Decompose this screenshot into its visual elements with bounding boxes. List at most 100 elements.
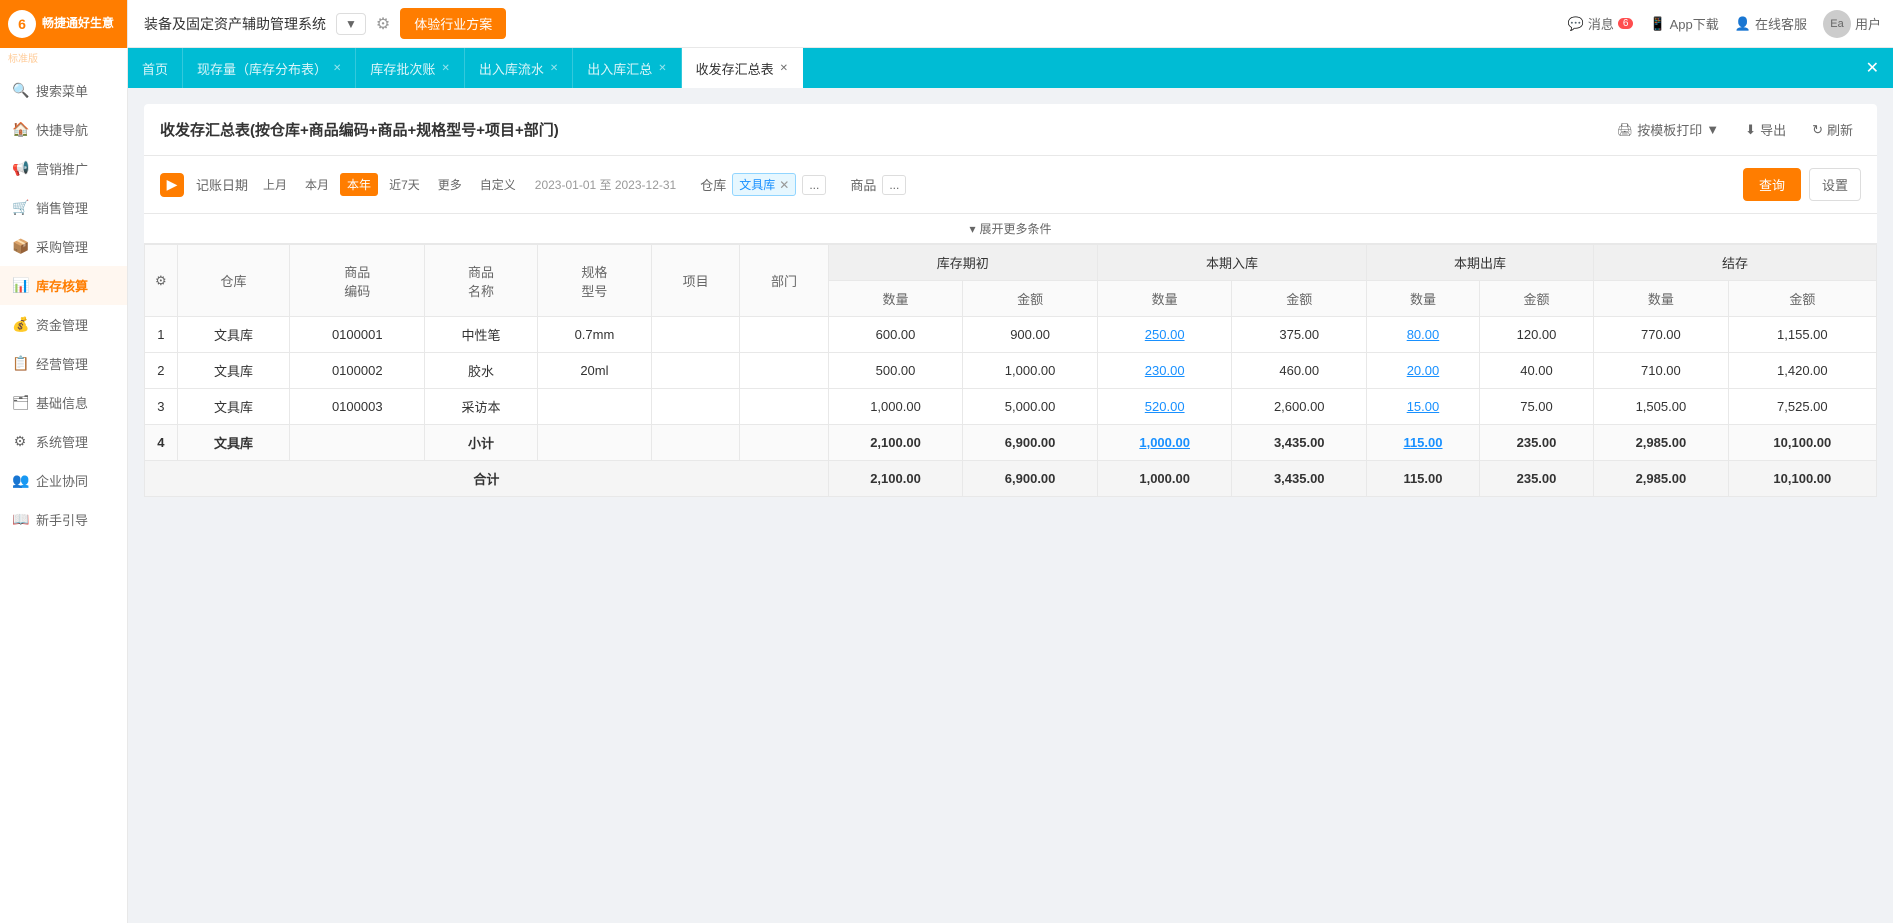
col-in-amt-header: 金额: [1232, 281, 1367, 317]
row-in-qty[interactable]: 520.00: [1097, 389, 1232, 425]
sidebar-item-guide[interactable]: 📖 新手引导: [0, 500, 127, 539]
sidebar-item-quick-nav[interactable]: 🏠 快捷导航: [0, 110, 127, 149]
page-header: 收发存汇总表(按仓库+商品编码+商品+规格型号+项目+部门) 🖨 按模板打印 ▼…: [144, 104, 1877, 156]
row-in-amt: 460.00: [1232, 353, 1367, 389]
sidebar-item-label: 库存核算: [36, 276, 88, 295]
close-icon[interactable]: ✕: [550, 63, 558, 74]
topbar: 装备及固定资产辅助管理系统 ▼ ⚙ 体验行业方案 💬 消息 6 📱 App下载 …: [128, 0, 1893, 48]
row-out-qty[interactable]: 115.00: [1367, 425, 1480, 461]
export-button[interactable]: ⬇ 导出: [1737, 116, 1794, 143]
header-actions: 🖨 按模板打印 ▼ ⬇ 导出 ↻ 刷新: [1609, 116, 1861, 143]
close-icon[interactable]: ✕: [441, 63, 449, 74]
user-menu[interactable]: Ea 用户: [1823, 10, 1881, 38]
row-close-amt: 1,155.00: [1728, 317, 1876, 353]
print-button[interactable]: 🖨 按模板打印 ▼: [1609, 116, 1727, 143]
tab-batch[interactable]: 库存批次账 ✕: [356, 48, 464, 88]
row-in-qty[interactable]: 250.00: [1097, 317, 1232, 353]
row-close-amt: 7,525.00: [1728, 389, 1876, 425]
row-index: 1: [145, 317, 178, 353]
row-code: [290, 425, 425, 461]
row-in-qty[interactable]: 230.00: [1097, 353, 1232, 389]
sales-icon: 🛒: [12, 199, 28, 216]
settings-icon[interactable]: ⚙: [376, 14, 390, 34]
row-open-amt: 900.00: [963, 317, 1098, 353]
close-icon[interactable]: ✕: [658, 63, 666, 74]
data-table-container: ⚙ 仓库 商品编码 商品名称 规格型号 项目 部门 库存期初 本期入库 本期出库…: [144, 244, 1877, 497]
settings-button[interactable]: 设置: [1809, 168, 1861, 201]
date-btn-more[interactable]: 更多: [431, 173, 469, 196]
tab-label: 收发存汇总表: [696, 59, 774, 78]
date-btn-this-year[interactable]: 本年: [340, 173, 378, 196]
sidebar-item-finance[interactable]: 💰 资金管理: [0, 305, 127, 344]
tab-inout-summary[interactable]: 出入库汇总 ✕: [573, 48, 681, 88]
row-warehouse: 文具库: [177, 425, 290, 461]
warehouse-tag[interactable]: 文具库 ✕: [732, 173, 796, 196]
query-button[interactable]: 查询: [1743, 168, 1801, 201]
row-index: 4: [145, 425, 178, 461]
date-btn-last-month[interactable]: 上月: [256, 173, 294, 196]
row-open-amt: 1,000.00: [963, 353, 1098, 389]
row-in-qty[interactable]: 1,000.00: [1097, 425, 1232, 461]
sidebar-item-purchase[interactable]: 📦 采购管理: [0, 227, 127, 266]
online-service-label: 在线客服: [1755, 14, 1807, 33]
sidebar-item-enterprise[interactable]: 👥 企业协同: [0, 461, 127, 500]
goods-more-button[interactable]: ...: [882, 175, 906, 195]
close-all-tabs-button[interactable]: ✕: [1852, 48, 1893, 88]
warehouse-more-button[interactable]: ...: [802, 175, 826, 195]
row-dept: [740, 317, 828, 353]
sidebar-logo: 6 畅捷通好生意: [0, 0, 127, 48]
close-icon[interactable]: ✕: [333, 63, 341, 74]
online-service-button[interactable]: 👤 在线客服: [1735, 14, 1807, 33]
sidebar-item-label: 快捷导航: [36, 120, 88, 139]
message-button[interactable]: 💬 消息 6: [1568, 14, 1634, 33]
row-in-amt: 2,600.00: [1232, 389, 1367, 425]
purchase-icon: 📦: [12, 238, 28, 255]
row-close-qty: 2,985.00: [1594, 425, 1729, 461]
date-range-display: 2023-01-01 至 2023-12-31: [535, 176, 676, 193]
sidebar-item-system[interactable]: ⚙ 系统管理: [0, 422, 127, 461]
tab-inventory-dist[interactable]: 现存量（库存分布表） ✕: [183, 48, 356, 88]
row-dept: [740, 425, 828, 461]
tab-home[interactable]: 首页: [128, 48, 183, 88]
app-download-button[interactable]: 📱 App下载: [1649, 14, 1718, 33]
tab-label: 库存批次账: [370, 59, 435, 78]
close-icon[interactable]: ✕: [780, 63, 788, 74]
export-label: 导出: [1760, 120, 1786, 139]
date-btn-this-month[interactable]: 本月: [298, 173, 336, 196]
refresh-icon: ↻: [1812, 122, 1823, 138]
row-close-amt: 1,420.00: [1728, 353, 1876, 389]
row-project: [652, 389, 740, 425]
system-dropdown[interactable]: ▼: [336, 13, 366, 35]
expand-more-button[interactable]: ▾ 展开更多条件: [144, 214, 1877, 244]
table-row: 1文具库0100001中性笔0.7mm600.00900.00250.00375…: [145, 317, 1877, 353]
date-btn-7days[interactable]: 近7天: [382, 173, 427, 196]
sidebar-item-marketing[interactable]: 📢 营销推广: [0, 149, 127, 188]
refresh-button[interactable]: ↻ 刷新: [1804, 116, 1861, 143]
tab-home-label: 首页: [142, 59, 168, 78]
row-close-qty: 710.00: [1594, 353, 1729, 389]
row-close-qty: 1,505.00: [1594, 389, 1729, 425]
tab-label: 现存量（库存分布表）: [197, 59, 327, 78]
col-close-amt-header: 金额: [1728, 281, 1876, 317]
filter-toggle-button[interactable]: ▶: [160, 173, 184, 197]
sidebar-item-sales[interactable]: 🛒 销售管理: [0, 188, 127, 227]
row-out-qty[interactable]: 15.00: [1367, 389, 1480, 425]
sidebar-item-inventory[interactable]: 📊 库存核算: [0, 266, 127, 305]
sidebar-item-search[interactable]: 🔍 搜索菜单: [0, 71, 127, 110]
tab-flow[interactable]: 出入库流水 ✕: [465, 48, 573, 88]
tab-recv-send-summary[interactable]: 收发存汇总表 ✕: [682, 48, 803, 88]
col-in-header: 本期入库: [1097, 245, 1366, 281]
goods-filter: 商品 ...: [850, 175, 906, 195]
row-out-qty[interactable]: 80.00: [1367, 317, 1480, 353]
trial-button[interactable]: 体验行业方案: [400, 8, 506, 39]
col-settings-header[interactable]: ⚙: [145, 245, 178, 317]
sidebar-item-label: 系统管理: [36, 432, 88, 451]
date-btn-custom[interactable]: 自定义: [473, 173, 523, 196]
expand-icon: ▾: [969, 222, 975, 236]
row-out-qty[interactable]: 20.00: [1367, 353, 1480, 389]
row-open-qty: 500.00: [828, 353, 963, 389]
dropdown-label: ▼: [345, 17, 357, 31]
sidebar-item-basic[interactable]: 🗂 基础信息: [0, 383, 127, 422]
warehouse-tag-close-icon[interactable]: ✕: [779, 178, 789, 192]
sidebar-item-operations[interactable]: 📋 经营管理: [0, 344, 127, 383]
